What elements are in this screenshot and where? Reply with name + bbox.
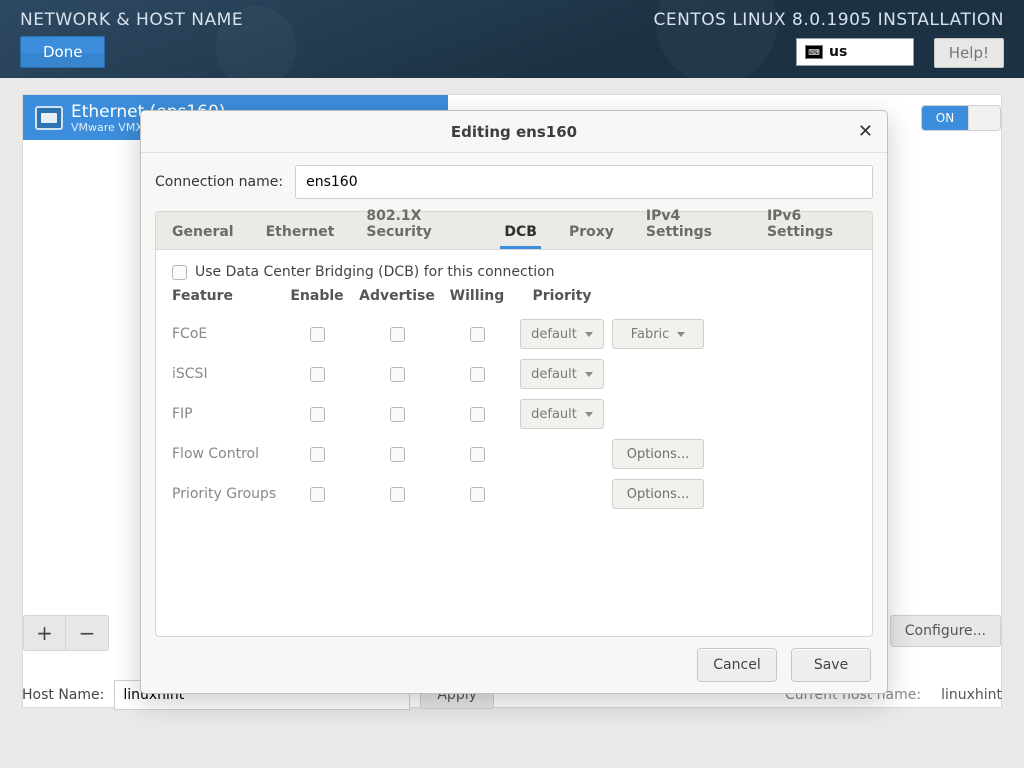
- advertise-checkbox[interactable]: [390, 327, 405, 342]
- willing-checkbox[interactable]: [470, 327, 485, 342]
- willing-checkbox[interactable]: [470, 367, 485, 382]
- feature-row: Priority Groups Options...: [172, 474, 856, 514]
- dcb-tab-pane: Use Data Center Bridging (DCB) for this …: [155, 249, 873, 637]
- col-priority: Priority: [512, 288, 612, 304]
- tab-ipv6-settings[interactable]: IPv6 Settings: [763, 198, 860, 249]
- advertise-checkbox[interactable]: [390, 447, 405, 462]
- add-remove-buttons: + −: [23, 615, 109, 651]
- willing-checkbox[interactable]: [470, 487, 485, 502]
- feature-name: FCoE: [172, 326, 282, 342]
- done-button[interactable]: Done: [20, 36, 105, 68]
- topbar: NETWORK & HOST NAME CENTOS LINUX 8.0.190…: [0, 0, 1024, 78]
- feature-row: Flow Control Options...: [172, 434, 856, 474]
- col-enable: Enable: [282, 288, 352, 304]
- options-button[interactable]: Options...: [612, 479, 704, 509]
- remove-nic-button[interactable]: −: [66, 616, 108, 650]
- col-advertise: Advertise: [352, 288, 442, 304]
- enable-checkbox[interactable]: [310, 447, 325, 462]
- feature-name: FIP: [172, 406, 282, 422]
- fabric-select[interactable]: Fabric: [612, 319, 704, 349]
- keyboard-layout: us: [829, 44, 847, 60]
- close-icon[interactable]: ✕: [858, 121, 873, 142]
- advertise-checkbox[interactable]: [390, 407, 405, 422]
- willing-checkbox[interactable]: [470, 447, 485, 462]
- willing-checkbox[interactable]: [470, 407, 485, 422]
- tab-proxy[interactable]: Proxy: [565, 214, 618, 249]
- page-title: NETWORK & HOST NAME: [20, 10, 243, 30]
- tab-ethernet[interactable]: Ethernet: [262, 214, 339, 249]
- use-dcb-checkbox[interactable]: [172, 265, 187, 280]
- priority-select[interactable]: default: [520, 359, 604, 389]
- tab-dcb[interactable]: DCB: [500, 214, 541, 249]
- connection-toggle[interactable]: ON: [921, 105, 1001, 131]
- dcb-grid: Feature Enable Advertise Willing Priorit…: [172, 288, 856, 514]
- keyboard-icon: ⌨: [805, 45, 823, 59]
- feature-row: FIP default: [172, 394, 856, 434]
- current-hostname-value: linuxhint: [941, 687, 1002, 703]
- enable-checkbox[interactable]: [310, 487, 325, 502]
- dialog-tabs: GeneralEthernet802.1X SecurityDCBProxyIP…: [155, 211, 873, 249]
- feature-name: Flow Control: [172, 446, 282, 462]
- feature-name: iSCSI: [172, 366, 282, 382]
- connection-name-input[interactable]: [295, 165, 873, 199]
- advertise-checkbox[interactable]: [390, 487, 405, 502]
- cancel-button[interactable]: Cancel: [697, 648, 777, 682]
- edit-connection-dialog: Editing ens160 ✕ Connection name: Genera…: [140, 110, 888, 694]
- options-button[interactable]: Options...: [612, 439, 704, 469]
- hostname-label: Host Name:: [22, 687, 104, 703]
- enable-checkbox[interactable]: [310, 407, 325, 422]
- feature-row: FCoE default Fabric: [172, 314, 856, 354]
- col-willing: Willing: [442, 288, 512, 304]
- save-button[interactable]: Save: [791, 648, 871, 682]
- distro-title: CENTOS LINUX 8.0.1905 INSTALLATION: [654, 10, 1004, 30]
- add-nic-button[interactable]: +: [24, 616, 66, 650]
- use-dcb-label: Use Data Center Bridging (DCB) for this …: [195, 264, 555, 280]
- nic-icon: [35, 106, 63, 130]
- help-button[interactable]: Help!: [934, 38, 1004, 68]
- col-feature: Feature: [172, 288, 282, 304]
- priority-select[interactable]: default: [520, 319, 604, 349]
- configure-button[interactable]: Configure...: [890, 615, 1001, 647]
- tab-general[interactable]: General: [168, 214, 238, 249]
- connection-name-label: Connection name:: [155, 174, 283, 190]
- dialog-header: Editing ens160 ✕: [141, 111, 887, 153]
- feature-row: iSCSI default: [172, 354, 856, 394]
- tab-802-1x-security[interactable]: 802.1X Security: [362, 198, 476, 249]
- feature-name: Priority Groups: [172, 486, 282, 502]
- enable-checkbox[interactable]: [310, 367, 325, 382]
- enable-checkbox[interactable]: [310, 327, 325, 342]
- tab-ipv4-settings[interactable]: IPv4 Settings: [642, 198, 739, 249]
- toggle-knob: [968, 106, 1000, 130]
- toggle-on-label: ON: [922, 106, 968, 130]
- keyboard-indicator[interactable]: ⌨ us: [796, 38, 914, 66]
- dialog-title: Editing ens160: [451, 123, 577, 141]
- advertise-checkbox[interactable]: [390, 367, 405, 382]
- priority-select[interactable]: default: [520, 399, 604, 429]
